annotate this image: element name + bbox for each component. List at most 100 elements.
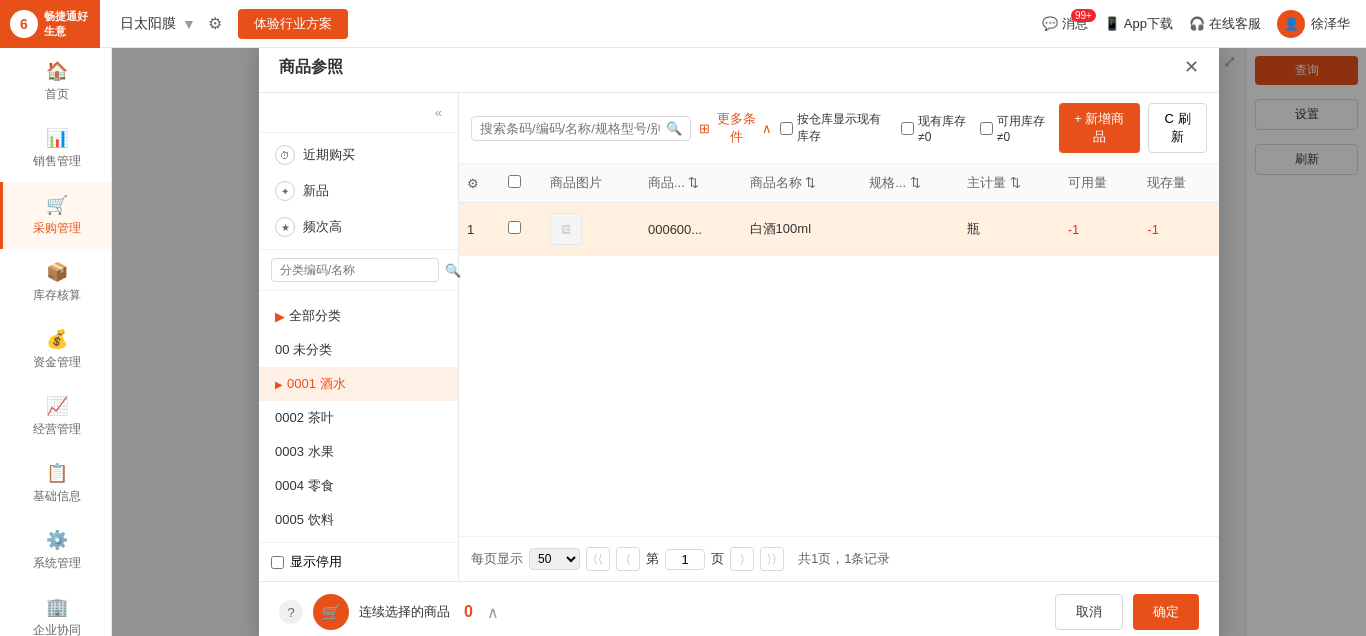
cat-snacks-label: 0004 零食	[275, 477, 334, 495]
add-product-button[interactable]: + 新增商品	[1059, 103, 1140, 153]
finance-icon: 💰	[46, 328, 68, 350]
first-page-button[interactable]: ⟨⟨	[586, 547, 610, 571]
collapse-category-button[interactable]: «	[431, 101, 446, 124]
cat-beverage[interactable]: 0005 饮料	[259, 503, 458, 537]
modal-close-button[interactable]: ✕	[1184, 56, 1199, 78]
settings-icon[interactable]: ⚙	[208, 14, 222, 33]
headset-icon: 🎧	[1189, 16, 1205, 31]
col-unit-label: 主计量	[967, 175, 1006, 190]
col-spec[interactable]: 规格... ⇅	[861, 164, 959, 203]
show-disabled-checkbox[interactable]	[271, 556, 284, 569]
product-panel: 🔍 ⊞ 更多条件 ∧ 按仓库显示现有库存	[459, 93, 1219, 581]
col-settings: ⚙	[459, 164, 500, 203]
page-info: 共1页，1条记录	[798, 550, 890, 568]
existing-stock-filter[interactable]: 现有库存≠0	[901, 113, 972, 144]
page-number-input[interactable]	[665, 549, 705, 570]
table-row[interactable]: 1 🖼 000600... 白酒100ml 瓶	[459, 203, 1219, 256]
help-icon[interactable]: ?	[279, 600, 303, 624]
trial-button[interactable]: 体验行业方案	[238, 9, 348, 39]
sales-icon: 📊	[46, 127, 68, 149]
cancel-button[interactable]: 取消	[1055, 594, 1123, 630]
cat-snacks[interactable]: 0004 零食	[259, 469, 458, 503]
prev-page-button[interactable]: ⟨	[616, 547, 640, 571]
col-available: 可用量	[1060, 164, 1140, 203]
available-stock-label: 可用库存≠0	[997, 113, 1051, 144]
sidebar-label-sales: 销售管理	[33, 153, 81, 170]
topbar-right: 💬 消息 99+ 📱 App下载 🎧 在线客服 👤 徐泽华	[1042, 10, 1350, 38]
col-checkbox	[500, 164, 542, 203]
refresh-button[interactable]: C 刷新	[1148, 103, 1207, 153]
toolbar-right-actions: + 新增商品 C 刷新	[1059, 103, 1207, 153]
sidebar-item-system[interactable]: ⚙️ 系统管理	[0, 517, 111, 584]
per-page-select[interactable]: 50 100 200	[529, 548, 580, 570]
sidebar-item-inventory[interactable]: 📦 库存核算	[0, 249, 111, 316]
sidebar-item-purchase[interactable]: 🛒 采购管理	[0, 182, 111, 249]
col-name[interactable]: 商品名称 ⇅	[742, 164, 862, 203]
new-product-filter[interactable]: ✦ 新品	[259, 173, 458, 209]
clock-icon: ⏱	[275, 145, 295, 165]
cat-tea[interactable]: 0002 茶叶	[259, 401, 458, 435]
select-all-checkbox[interactable]	[508, 175, 521, 188]
store-selector[interactable]: 日太阳膜 ▼	[120, 15, 196, 33]
cat-alcohol[interactable]: ▶ 0001 酒水	[259, 367, 458, 401]
warehouse-stock-checkbox[interactable]	[780, 122, 793, 135]
product-search-wrap: 🔍	[471, 116, 691, 141]
col-code[interactable]: 商品... ⇅	[640, 164, 742, 203]
next-page-button[interactable]: ⟩	[730, 547, 754, 571]
sidebar-item-finance[interactable]: 💰 资金管理	[0, 316, 111, 383]
notification-badge: 99+	[1071, 9, 1096, 22]
cat-uncategorized[interactable]: 00 未分类	[259, 333, 458, 367]
row-checkbox[interactable]	[508, 221, 521, 234]
product-search-input[interactable]	[480, 121, 660, 136]
per-page-label: 每页显示	[471, 550, 523, 568]
recent-purchase-filter[interactable]: ⏱ 近期购买	[259, 137, 458, 173]
product-search-icon[interactable]: 🔍	[666, 121, 682, 136]
message-icon: 💬	[1042, 16, 1058, 31]
basicinfo-icon: 📋	[46, 462, 68, 484]
online-service-item[interactable]: 🎧 在线客服	[1189, 15, 1261, 33]
collapse-footer-icon[interactable]: ∧	[487, 603, 499, 622]
category-search-box: 🔍	[259, 250, 458, 291]
existing-stock-checkbox[interactable]	[901, 122, 914, 135]
filter-label: 更多条件	[714, 110, 758, 146]
operations-icon: 📈	[46, 395, 68, 417]
store-name: 日太阳膜	[120, 15, 176, 33]
row-checkbox-cell	[500, 203, 542, 256]
col-settings-icon[interactable]: ⚙	[467, 176, 479, 191]
high-frequency-filter[interactable]: ★ 频次高	[259, 209, 458, 245]
modal-title: 商品参照	[279, 57, 343, 78]
collab-icon: 🏢	[46, 596, 68, 618]
show-disabled-label: 显示停用	[290, 553, 342, 571]
sidebar-item-operations[interactable]: 📈 经营管理	[0, 383, 111, 450]
sidebar-label-collab: 企业协同	[33, 622, 81, 636]
sidebar-item-sales[interactable]: 📊 销售管理	[0, 115, 111, 182]
main-layout: 🏠 首页 📊 销售管理 🛒 采购管理 📦 库存核算 💰 资金管理 📈 经营管理 …	[0, 48, 1366, 636]
sidebar-item-collab[interactable]: 🏢 企业协同	[0, 584, 111, 636]
available-stock-filter[interactable]: 可用库存≠0	[980, 113, 1051, 144]
filter-arrow-icon: ∧	[762, 121, 772, 136]
col-unit[interactable]: 主计量 ⇅	[959, 164, 1060, 203]
messages-item[interactable]: 💬 消息 99+	[1042, 15, 1088, 33]
recent-purchase-label: 近期购买	[303, 146, 355, 164]
row-unit: 瓶	[959, 203, 1060, 256]
confirm-button[interactable]: 确定	[1133, 594, 1199, 630]
cat-all[interactable]: ▶ 全部分类	[259, 299, 458, 333]
col-name-label: 商品名称	[750, 175, 802, 190]
sidebar-item-basic-info[interactable]: 📋 基础信息	[0, 450, 111, 517]
topbar: 6 畅捷通好生意 日太阳膜 ▼ ⚙ 体验行业方案 💬 消息 99+ 📱 App下…	[0, 0, 1366, 48]
modal-overlay: 商品参照 ✕ « ⏱ 近期购买	[112, 48, 1366, 636]
category-top: «	[259, 93, 458, 133]
cat-fruit[interactable]: 0003 水果	[259, 435, 458, 469]
warehouse-stock-filter[interactable]: 按仓库显示现有库存	[780, 111, 893, 145]
category-search-input[interactable]	[271, 258, 439, 282]
sidebar-item-home[interactable]: 🏠 首页	[0, 48, 111, 115]
star-icon: ★	[275, 217, 295, 237]
last-page-button[interactable]: ⟩⟩	[760, 547, 784, 571]
available-stock-checkbox[interactable]	[980, 122, 993, 135]
user-menu[interactable]: 👤 徐泽华	[1277, 10, 1350, 38]
app-download-item[interactable]: 📱 App下载	[1104, 15, 1173, 33]
cart-icon[interactable]: 🛒	[313, 594, 349, 630]
high-frequency-label: 频次高	[303, 218, 342, 236]
more-filter-button[interactable]: ⊞ 更多条件 ∧	[699, 110, 772, 146]
quick-filter-list: ⏱ 近期购买 ✦ 新品 ★ 频次高	[259, 133, 458, 250]
